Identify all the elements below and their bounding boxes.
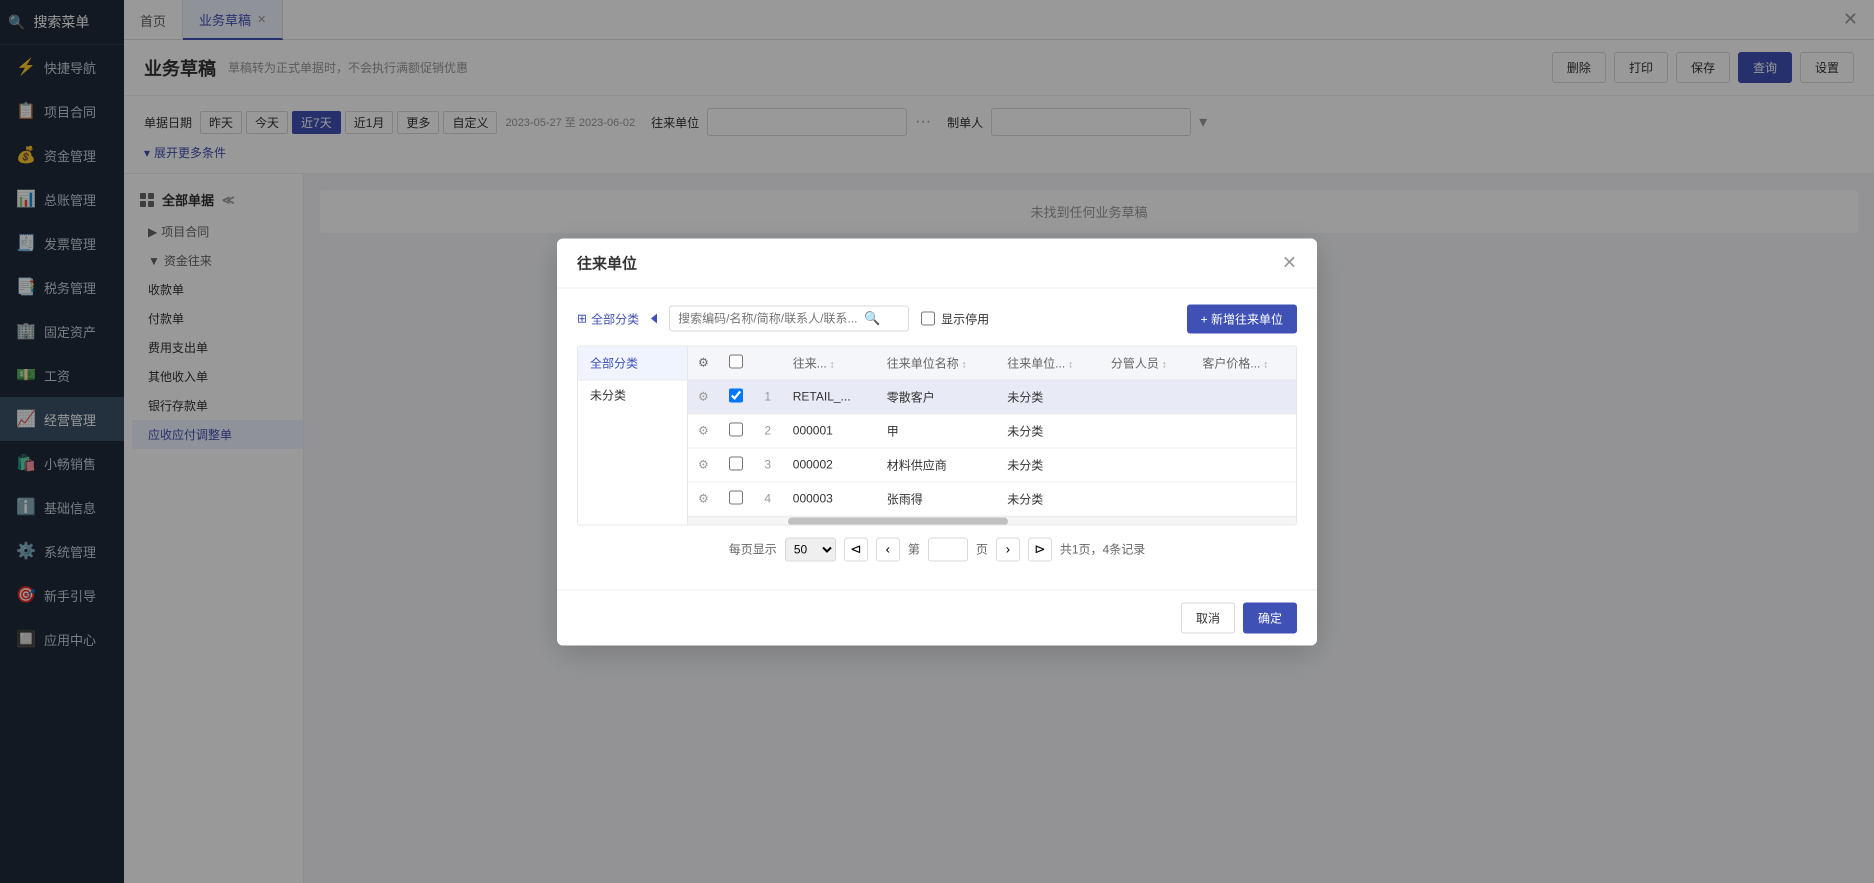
row-category: 未分类 <box>997 414 1101 448</box>
row-price <box>1192 414 1296 448</box>
row-salesperson <box>1101 414 1193 448</box>
dialog-body: ⊞ 全部分类 🔍 显示停用 + 新增往来单位 全部分 <box>557 288 1317 589</box>
confirm-btn[interactable]: 确定 <box>1243 602 1297 633</box>
category-panel: 全部分类 未分类 <box>578 346 688 524</box>
row-code: 000002 <box>783 448 877 482</box>
row-salesperson <box>1101 448 1193 482</box>
col-num <box>753 346 783 380</box>
row-num: 1 <box>753 380 783 414</box>
row-name: 材料供应商 <box>877 448 998 482</box>
row-num: 4 <box>753 482 783 516</box>
per-page-label: 每页显示 <box>729 541 777 558</box>
dialog-title: 往来单位 <box>577 252 637 273</box>
table-row[interactable]: ⚙ 3 000002 材料供应商 未分类 <box>688 448 1296 482</box>
table-head: ⚙ 往来... 往来单位名称 往来单位... 分管人员 客户价格... <box>688 346 1296 380</box>
col-price[interactable]: 客户价格... <box>1192 346 1296 380</box>
row-num: 3 <box>753 448 783 482</box>
show-disabled-checkbox[interactable] <box>921 312 935 326</box>
first-page-btn[interactable]: ⊲ <box>844 537 868 561</box>
col-code[interactable]: 往来... <box>783 346 877 380</box>
table-body: ⚙ 1 RETAIL_... 零散客户 未分类 ⚙ 2 000001 甲 未分类… <box>688 380 1296 516</box>
all-category-item[interactable]: 全部分类 <box>578 346 687 380</box>
row-price <box>1192 482 1296 516</box>
select-all-checkbox[interactable] <box>729 354 743 368</box>
col-category[interactable]: 往来单位... <box>997 346 1101 380</box>
row-name: 张雨得 <box>877 482 998 516</box>
add-counterparty-btn[interactable]: + 新增往来单位 <box>1187 304 1297 333</box>
col-salesperson[interactable]: 分管人员 <box>1101 346 1193 380</box>
counterparty-dialog: 往来单位 ✕ ⊞ 全部分类 🔍 显示停用 + 新增 <box>557 238 1317 645</box>
show-disabled-label[interactable]: 显示停用 <box>921 310 989 327</box>
split-arrow-icon <box>651 314 657 324</box>
scroll-thumb[interactable] <box>788 517 1008 524</box>
row-code: 000003 <box>783 482 877 516</box>
dialog-header: 往来单位 ✕ <box>557 238 1317 288</box>
search-input[interactable] <box>678 312 858 326</box>
row-name: 零散客户 <box>877 380 998 414</box>
search-wrap: 🔍 <box>669 306 909 332</box>
row-category: 未分类 <box>997 380 1101 414</box>
prev-page-btn[interactable]: ‹ <box>876 537 900 561</box>
row-price <box>1192 448 1296 482</box>
dialog-toolbar-left: ⊞ 全部分类 🔍 显示停用 <box>577 306 989 332</box>
row-settings[interactable]: ⚙ <box>688 380 719 414</box>
grid-icon2: ⊞ <box>577 312 587 326</box>
all-category-btn[interactable]: ⊞ 全部分类 <box>577 310 639 327</box>
show-disabled-text: 显示停用 <box>941 310 989 327</box>
row-category: 未分类 <box>997 448 1101 482</box>
dialog-toolbar: ⊞ 全部分类 🔍 显示停用 + 新增往来单位 <box>577 304 1297 333</box>
col-checkbox[interactable] <box>719 346 753 380</box>
row-code: RETAIL_... <box>783 380 877 414</box>
row-settings[interactable]: ⚙ <box>688 482 719 516</box>
search-icon2: 🔍 <box>864 311 880 327</box>
row-settings[interactable]: ⚙ <box>688 448 719 482</box>
cancel-btn[interactable]: 取消 <box>1181 602 1235 633</box>
scroll-track <box>688 516 1296 524</box>
next-page-btn[interactable]: › <box>996 537 1020 561</box>
col-name[interactable]: 往来单位名称 <box>877 346 998 380</box>
row-checkbox[interactable] <box>719 482 753 516</box>
row-salesperson <box>1101 482 1193 516</box>
pagination: 每页显示 50 20 100 ⊲ ‹ 第 1 页 › ⊳ 共1页，4条记录 <box>577 525 1297 573</box>
row-salesperson <box>1101 380 1193 414</box>
row-num: 2 <box>753 414 783 448</box>
table-area: 全部分类 未分类 ⚙ 往来... 往来单位名称 往来单位... <box>577 345 1297 525</box>
page-label: 第 <box>908 541 920 558</box>
dialog-footer: 取消 确定 <box>557 589 1317 645</box>
per-page-select[interactable]: 50 20 100 <box>785 537 836 561</box>
row-name: 甲 <box>877 414 998 448</box>
row-settings[interactable]: ⚙ <box>688 414 719 448</box>
row-price <box>1192 380 1296 414</box>
counterparty-table-wrap: ⚙ 往来... 往来单位名称 往来单位... 分管人员 客户价格... ⚙ <box>688 346 1296 524</box>
page-suffix: 页 <box>976 541 988 558</box>
row-code: 000001 <box>783 414 877 448</box>
row-category: 未分类 <box>997 482 1101 516</box>
uncategorized-item[interactable]: 未分类 <box>578 380 687 409</box>
col-settings[interactable]: ⚙ <box>688 346 719 380</box>
table-row[interactable]: ⚙ 2 000001 甲 未分类 <box>688 414 1296 448</box>
row-checkbox[interactable] <box>719 414 753 448</box>
dialog-close-btn[interactable]: ✕ <box>1282 252 1297 273</box>
total-label: 共1页，4条记录 <box>1060 541 1145 558</box>
row-checkbox[interactable] <box>719 380 753 414</box>
counterparty-table: ⚙ 往来... 往来单位名称 往来单位... 分管人员 客户价格... ⚙ <box>688 346 1296 516</box>
row-checkbox[interactable] <box>719 448 753 482</box>
table-row[interactable]: ⚙ 4 000003 张雨得 未分类 <box>688 482 1296 516</box>
last-page-btn[interactable]: ⊳ <box>1028 537 1052 561</box>
current-page-input[interactable]: 1 <box>928 537 968 561</box>
dialog-toolbar-right: + 新增往来单位 <box>1187 304 1297 333</box>
all-category-label: 全部分类 <box>591 310 639 327</box>
table-row[interactable]: ⚙ 1 RETAIL_... 零散客户 未分类 <box>688 380 1296 414</box>
